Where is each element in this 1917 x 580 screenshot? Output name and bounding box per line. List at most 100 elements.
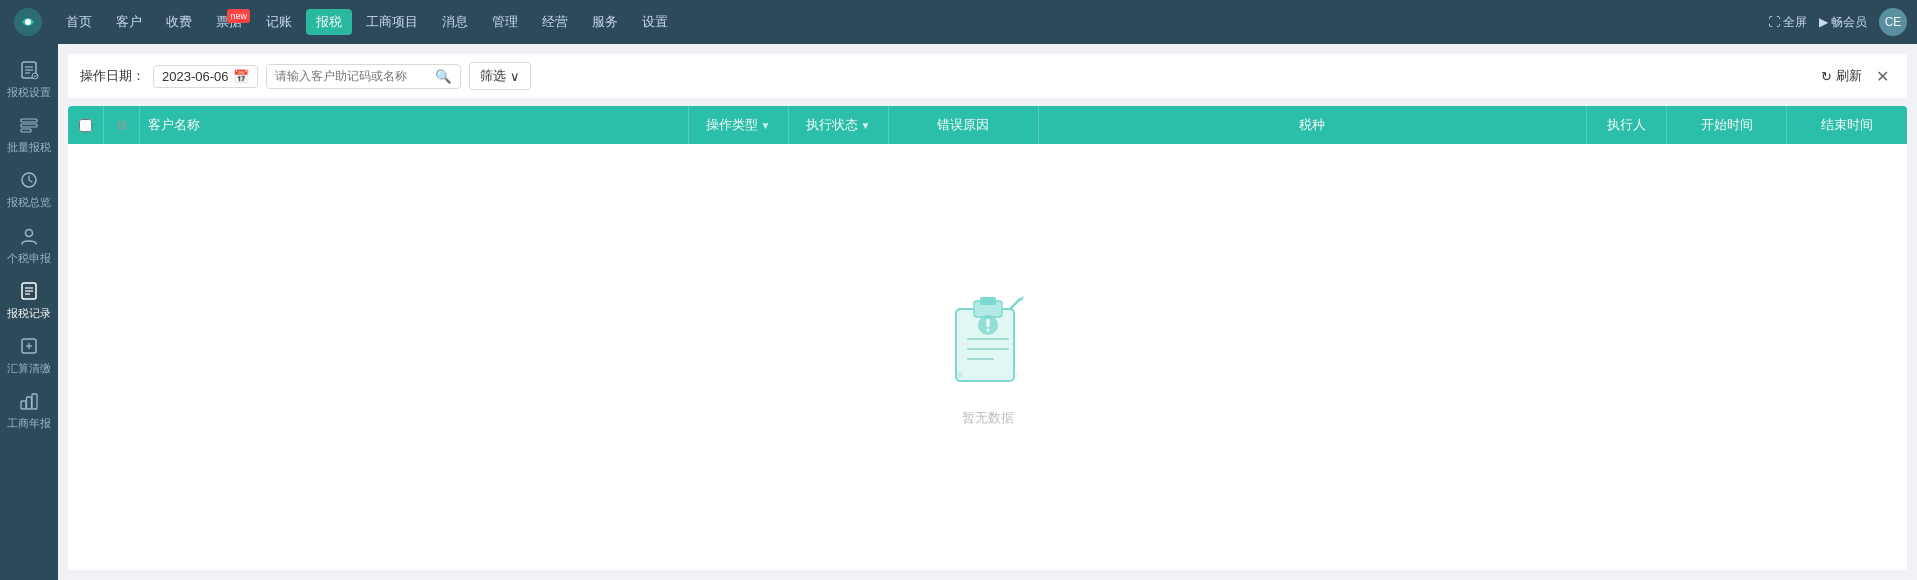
fullscreen-label: 全屏 xyxy=(1783,14,1807,31)
th-checkbox[interactable] xyxy=(68,106,104,144)
sidebar-item-tax-summary-label: 报税总览 xyxy=(7,196,51,209)
nav-item-bookkeeping[interactable]: 记账 xyxy=(256,9,302,35)
svg-rect-19 xyxy=(21,401,26,409)
date-label: 操作日期： xyxy=(80,67,145,85)
filter-button[interactable]: 筛选 ∨ xyxy=(469,62,531,90)
svg-rect-21 xyxy=(32,394,37,409)
sidebar-item-personal-tax-label: 个税申报 xyxy=(7,252,51,265)
nav-item-invoice[interactable]: 票据 new xyxy=(206,9,252,35)
batch-tax-icon xyxy=(19,115,39,138)
th-exec-status: 执行状态 ▼ xyxy=(789,106,889,144)
sidebar-item-settlement-label: 汇算清缴 xyxy=(7,362,51,375)
sidebar-item-annual-report[interactable]: 工商年报 xyxy=(0,383,58,438)
search-input[interactable] xyxy=(267,65,427,87)
filter-label: 筛选 xyxy=(480,67,506,85)
sidebar-item-personal-tax[interactable]: 个税申报 xyxy=(0,218,58,273)
toolbar: 操作日期： 2023-06-06 📅 🔍 筛选 ∨ ↻ 刷新 ✕ xyxy=(68,54,1907,98)
svg-rect-7 xyxy=(21,119,37,122)
svg-rect-9 xyxy=(21,129,31,132)
svg-rect-20 xyxy=(27,397,32,409)
date-picker[interactable]: 2023-06-06 📅 xyxy=(153,65,258,88)
th-executor-label: 执行人 xyxy=(1607,116,1646,134)
fullscreen-icon: ⛶ xyxy=(1768,15,1780,29)
empty-icon xyxy=(938,287,1038,397)
svg-point-30 xyxy=(986,329,989,332)
sidebar-item-tax-records[interactable]: 报税记录 xyxy=(0,273,58,328)
th-start-time: 开始时间 xyxy=(1667,106,1787,144)
refresh-button[interactable]: ↻ 刷新 xyxy=(1821,67,1862,85)
th-executor: 执行人 xyxy=(1587,106,1667,144)
th-op-type-label: 操作类型 xyxy=(706,116,758,134)
th-op-type: 操作类型 ▼ xyxy=(689,106,789,144)
sidebar-item-tax-records-label: 报税记录 xyxy=(7,307,51,320)
nav-item-home[interactable]: 首页 xyxy=(56,9,102,35)
svg-point-33 xyxy=(957,372,963,378)
close-button[interactable]: ✕ xyxy=(1870,65,1895,88)
th-start-time-label: 开始时间 xyxy=(1701,116,1753,134)
personal-tax-icon xyxy=(19,226,39,249)
svg-line-31 xyxy=(1010,299,1020,309)
th-client-name: 客户名称 xyxy=(140,106,689,144)
tax-summary-icon xyxy=(19,170,39,193)
new-badge: new xyxy=(227,9,250,23)
nav-item-manage[interactable]: 管理 xyxy=(482,9,528,35)
member-label: 畅会员 xyxy=(1831,14,1867,31)
nav-item-settings[interactable]: 设置 xyxy=(632,9,678,35)
refresh-label: 刷新 xyxy=(1836,67,1862,85)
op-type-sort-icon[interactable]: ▼ xyxy=(761,120,771,131)
filter-chevron-icon: ∨ xyxy=(510,69,520,84)
sidebar-item-tax-settings-label: 报税设置 xyxy=(7,86,51,99)
th-error-reason-label: 错误原因 xyxy=(937,116,989,134)
nav-item-client[interactable]: 客户 xyxy=(106,9,152,35)
exec-status-sort-icon[interactable]: ▼ xyxy=(861,120,871,131)
nav-item-service[interactable]: 服务 xyxy=(582,9,628,35)
svg-rect-8 xyxy=(21,124,37,127)
svg-rect-24 xyxy=(980,297,996,305)
top-navigation: 首页 客户 收费 票据 new 记账 报税 工商项目 消息 管理 经营 服务 设… xyxy=(0,0,1917,44)
nav-right-area: ⛶ 全屏 ▶ 畅会员 CE xyxy=(1768,8,1907,36)
settlement-icon xyxy=(19,336,39,359)
refresh-icon: ↻ xyxy=(1821,69,1832,84)
sidebar-item-annual-report-label: 工商年报 xyxy=(7,417,51,430)
svg-rect-29 xyxy=(986,319,989,327)
svg-point-11 xyxy=(26,229,33,236)
app-logo xyxy=(10,4,46,40)
nav-item-message[interactable]: 消息 xyxy=(432,9,478,35)
member-icon: ▶ xyxy=(1819,15,1828,29)
search-button[interactable]: 🔍 xyxy=(427,65,460,88)
nav-menu: 首页 客户 收费 票据 new 记账 报税 工商项目 消息 管理 经营 服务 设… xyxy=(56,9,1768,35)
nav-item-operate[interactable]: 经营 xyxy=(532,9,578,35)
annual-report-icon xyxy=(19,391,39,414)
user-avatar[interactable]: CE xyxy=(1879,8,1907,36)
sidebar-item-tax-summary[interactable]: 报税总览 xyxy=(0,162,58,217)
sidebar-item-batch-tax-label: 批量报税 xyxy=(7,141,51,154)
th-settings: ⚙ xyxy=(104,106,140,144)
tax-settings-icon xyxy=(19,60,39,83)
th-end-time: 结束时间 xyxy=(1787,106,1907,144)
fullscreen-button[interactable]: ⛶ 全屏 xyxy=(1768,14,1807,31)
calendar-icon: 📅 xyxy=(233,69,249,84)
sidebar-item-batch-tax[interactable]: 批量报税 xyxy=(0,107,58,162)
svg-point-34 xyxy=(1014,373,1018,377)
th-client-name-label: 客户名称 xyxy=(148,116,200,134)
table-container: ⚙ 客户名称 操作类型 ▼ 执行状态 ▼ 错误原因 税种 xyxy=(68,106,1907,570)
empty-state: 暂无数据 xyxy=(68,144,1907,570)
sidebar-item-settlement[interactable]: 汇算清缴 xyxy=(0,328,58,383)
table-header: ⚙ 客户名称 操作类型 ▼ 执行状态 ▼ 错误原因 税种 xyxy=(68,106,1907,144)
svg-point-1 xyxy=(25,19,31,25)
empty-state-text: 暂无数据 xyxy=(962,409,1014,427)
content-area: 操作日期： 2023-06-06 📅 🔍 筛选 ∨ ↻ 刷新 ✕ xyxy=(58,44,1917,580)
settings-icon[interactable]: ⚙ xyxy=(116,118,128,133)
nav-item-business[interactable]: 工商项目 xyxy=(356,9,428,35)
member-button[interactable]: ▶ 畅会员 xyxy=(1819,14,1867,31)
nav-item-tax[interactable]: 报税 xyxy=(306,9,352,35)
th-error-reason: 错误原因 xyxy=(889,106,1039,144)
nav-item-payment[interactable]: 收费 xyxy=(156,9,202,35)
tax-records-icon xyxy=(19,281,39,304)
sidebar-item-tax-settings[interactable]: 报税设置 xyxy=(0,52,58,107)
table-body: 暂无数据 xyxy=(68,144,1907,570)
sidebar: 报税设置 批量报税 报税总览 xyxy=(0,44,58,580)
th-exec-status-label: 执行状态 xyxy=(806,116,858,134)
th-tax-type: 税种 xyxy=(1039,106,1588,144)
select-all-checkbox[interactable] xyxy=(79,119,92,132)
